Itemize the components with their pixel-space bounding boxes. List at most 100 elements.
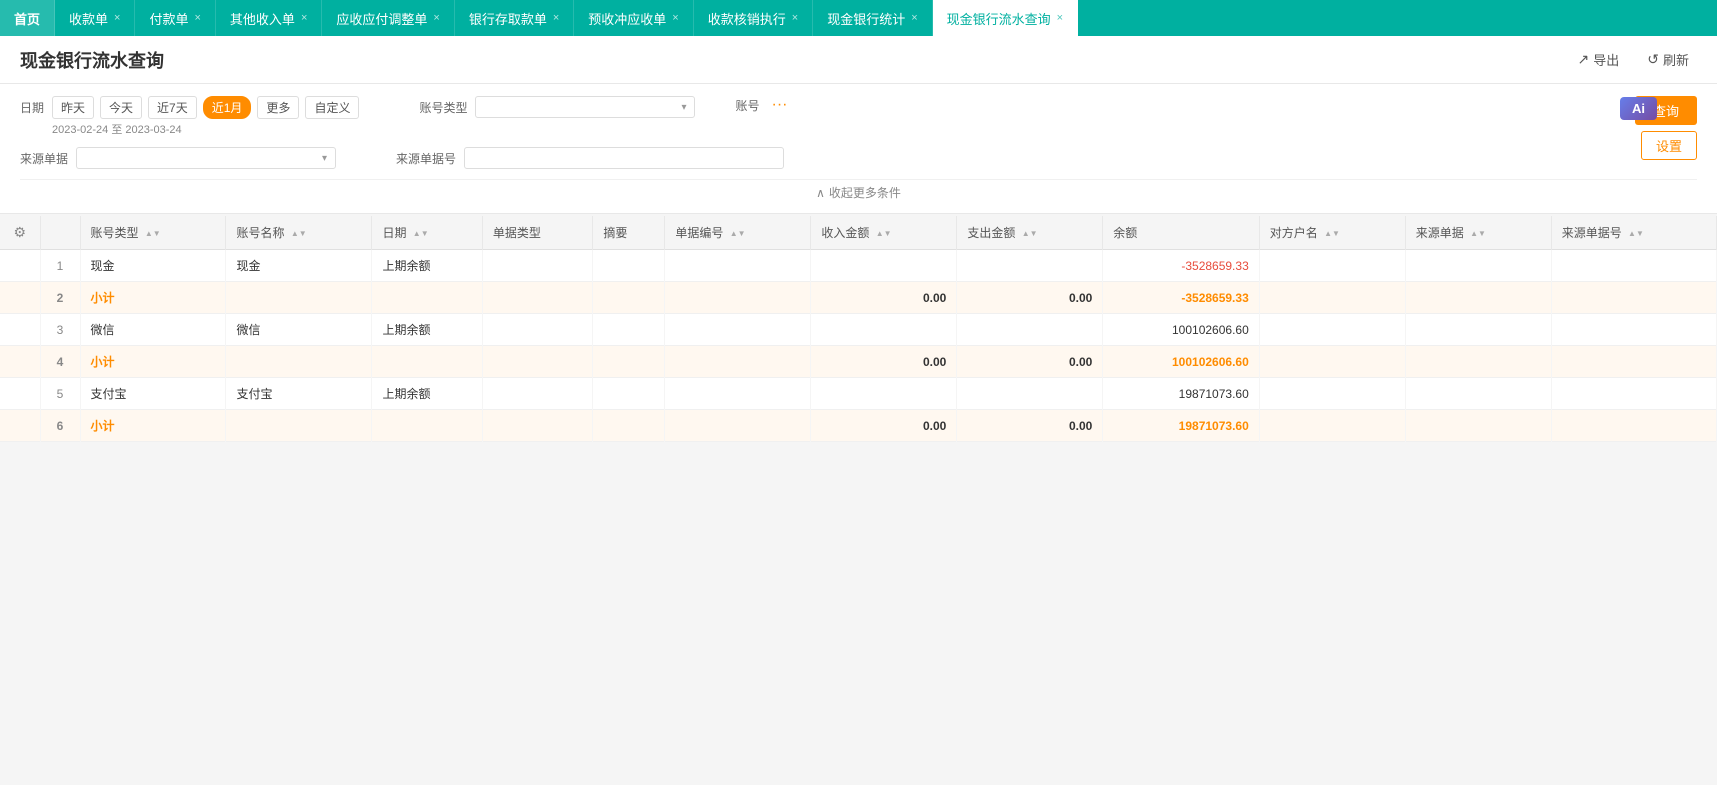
date-custom[interactable]: 自定义 [305, 96, 359, 119]
col-account-type[interactable]: 账号类型 ▲▼ [80, 216, 226, 250]
row-doc-type [482, 314, 592, 346]
close-verify-icon[interactable]: × [792, 12, 798, 24]
account-type-label: 账号类型 [419, 99, 467, 116]
row-doc-type [482, 282, 592, 314]
collapse-button[interactable]: ∧ 收起更多条件 [816, 184, 901, 201]
sort-expense-icon: ▲▼ [1022, 229, 1038, 238]
row-expense [957, 314, 1103, 346]
row-expense: 0.00 [957, 282, 1103, 314]
row-account-type: 现金 [80, 250, 226, 282]
table-row[interactable]: 2 小计 0.00 0.00 -3528659.33 [0, 282, 1717, 314]
header-actions: ↗ 导出 ↺ 刷新 Ai [1570, 46, 1698, 73]
nav-payment[interactable]: 付款单 × [135, 0, 215, 36]
row-date [372, 346, 482, 378]
row-summary [593, 410, 665, 442]
nav-ar-ap-adjust[interactable]: 应收应付调整单 × [322, 0, 454, 36]
table-gear-icon[interactable]: ⚙ [13, 224, 26, 240]
table-row[interactable]: 6 小计 0.00 0.00 19871073.60 [0, 410, 1717, 442]
row-source-doc [1405, 346, 1551, 378]
row-summary [593, 314, 665, 346]
row-account-name [226, 410, 372, 442]
row-doc-no [665, 410, 811, 442]
row-source-doc-no [1551, 314, 1716, 346]
col-doc-no[interactable]: 单据编号 ▲▼ [665, 216, 811, 250]
nav-receipt[interactable]: 收款单 × [55, 0, 135, 36]
close-flow-query-icon[interactable]: × [1057, 12, 1063, 24]
collapse-icon: ∧ [816, 186, 825, 200]
row-income [811, 250, 957, 282]
account-dots[interactable]: ··· [767, 96, 791, 114]
row-expense: 0.00 [957, 346, 1103, 378]
refresh-button[interactable]: ↺ 刷新 [1639, 46, 1697, 73]
row-num: 4 [40, 346, 80, 378]
row-num: 2 [40, 282, 80, 314]
row-date [372, 282, 482, 314]
row-doc-no [665, 250, 811, 282]
date-label: 日期 [20, 99, 44, 116]
row-account-type: 支付宝 [80, 378, 226, 410]
sort-date-icon: ▲▼ [413, 229, 429, 238]
row-account-name [226, 282, 372, 314]
date-more[interactable]: 更多 [257, 96, 299, 119]
table-wrapper: ⚙ 账号类型 ▲▼ 账号名称 ▲▼ 日期 ▲▼ 单据类型 摘要 单 [0, 216, 1717, 442]
col-expense[interactable]: 支出金额 ▲▼ [957, 216, 1103, 250]
nav-bank-deposit[interactable]: 银行存取款单 × [455, 0, 574, 36]
row-balance: 100102606.60 [1103, 314, 1259, 346]
col-source-doc[interactable]: 来源单据 ▲▼ [1405, 216, 1551, 250]
close-bank-icon[interactable]: × [553, 12, 559, 24]
close-receipt-icon[interactable]: × [114, 12, 120, 24]
nav-prepay[interactable]: 预收冲应收单 × [574, 0, 693, 36]
source-doc-label: 来源单据 [20, 150, 68, 167]
col-source-doc-no[interactable]: 来源单据号 ▲▼ [1551, 216, 1716, 250]
page-title: 现金银行流水查询 [20, 47, 164, 73]
export-button[interactable]: ↗ 导出 [1570, 46, 1628, 73]
account-type-chevron-icon: ▾ [681, 102, 686, 113]
row-expense: 0.00 [957, 410, 1103, 442]
col-summary: 摘要 [593, 216, 665, 250]
close-ar-ap-icon[interactable]: × [433, 12, 439, 24]
table-row[interactable]: 4 小计 0.00 0.00 100102606.60 [0, 346, 1717, 378]
row-counter-party [1259, 410, 1405, 442]
nav-other-income[interactable]: 其他收入单 × [216, 0, 322, 36]
col-income[interactable]: 收入金额 ▲▼ [811, 216, 957, 250]
close-other-income-icon[interactable]: × [301, 12, 307, 24]
date-7days[interactable]: 近7天 [148, 96, 197, 119]
col-date[interactable]: 日期 ▲▼ [372, 216, 482, 250]
table-settings-col[interactable]: ⚙ [0, 216, 40, 250]
table-row[interactable]: 5 支付宝 支付宝 上期余额 19871073.60 [0, 378, 1717, 410]
row-balance: -3528659.33 [1103, 250, 1259, 282]
date-today[interactable]: 今天 [100, 96, 142, 119]
close-payment-icon[interactable]: × [194, 12, 200, 24]
row-source-doc [1405, 250, 1551, 282]
ai-button[interactable]: Ai [1620, 97, 1657, 120]
refresh-icon: ↺ [1647, 51, 1659, 68]
row-source-doc [1405, 314, 1551, 346]
row-num: 3 [40, 314, 80, 346]
row-balance: -3528659.33 [1103, 282, 1259, 314]
sort-counter-party-icon: ▲▼ [1324, 229, 1340, 238]
close-prepay-icon[interactable]: × [672, 12, 678, 24]
row-expense [957, 250, 1103, 282]
table-row[interactable]: 1 现金 现金 上期余额 -3528659.33 [0, 250, 1717, 282]
row-source-doc-no [1551, 346, 1716, 378]
date-yesterday[interactable]: 昨天 [52, 96, 94, 119]
date-1month[interactable]: 近1月 [203, 96, 252, 119]
row-summary [593, 346, 665, 378]
sort-source-doc-no-icon: ▲▼ [1628, 229, 1644, 238]
row-balance: 100102606.60 [1103, 346, 1259, 378]
row-account-name [226, 346, 372, 378]
date-filter-buttons: 昨天 今天 近7天 近1月 更多 自定义 [52, 96, 359, 119]
source-doc-select[interactable]: ▾ [76, 147, 336, 169]
settings-button[interactable]: 设置 [1641, 131, 1697, 160]
nav-home[interactable]: 首页 [0, 0, 55, 36]
nav-verify[interactable]: 收款核销执行 × [694, 0, 813, 36]
sort-income-icon: ▲▼ [876, 229, 892, 238]
source-doc-no-input[interactable] [464, 147, 784, 169]
close-statistics-icon[interactable]: × [911, 12, 917, 24]
table-row[interactable]: 3 微信 微信 上期余额 100102606.60 [0, 314, 1717, 346]
col-counter-party[interactable]: 对方户名 ▲▼ [1259, 216, 1405, 250]
col-account-name[interactable]: 账号名称 ▲▼ [226, 216, 372, 250]
nav-statistics[interactable]: 现金银行统计 × [813, 0, 932, 36]
nav-flow-query[interactable]: 现金银行流水查询 × [933, 0, 1078, 36]
account-type-select[interactable]: ▾ [475, 96, 695, 118]
